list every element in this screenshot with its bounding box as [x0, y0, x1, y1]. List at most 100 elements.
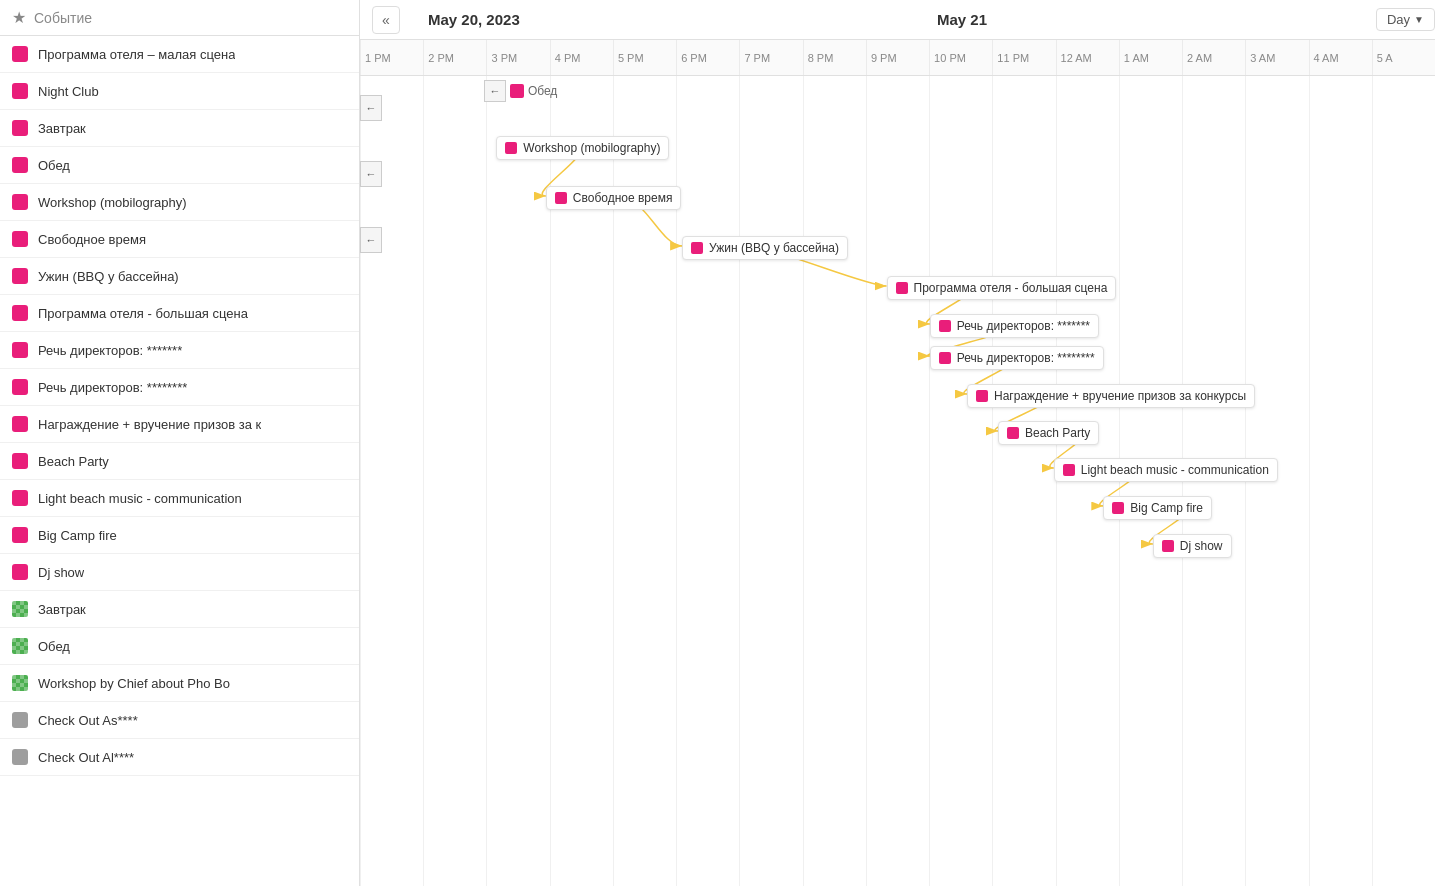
nav-arrow-2[interactable]: ←: [360, 161, 382, 187]
nav-arrow-3[interactable]: ←: [360, 227, 382, 253]
nav-arrow-1[interactable]: ←: [360, 95, 382, 121]
sidebar-item-nagrazhd[interactable]: Награждение + вручение призов за к: [0, 406, 359, 443]
card-label-big-camp: Big Camp fire: [1130, 501, 1203, 515]
time-slot-6: 7 PM: [739, 40, 802, 75]
event-dot-rech2: [12, 379, 28, 395]
sidebar-item-svobodnoe[interactable]: Свободное время: [0, 221, 359, 258]
item-label-obed2: Обед: [38, 639, 70, 654]
event-card-big-camp[interactable]: Big Camp fire: [1103, 496, 1212, 520]
card-dot-programa-bol: [896, 282, 908, 294]
day-view-selector[interactable]: Day ▼: [1376, 8, 1435, 31]
event-dot-checkout-al: [12, 749, 28, 765]
sidebar-item-night-club[interactable]: Night Club: [0, 73, 359, 110]
sidebar-item-rech2[interactable]: Речь директоров: ********: [0, 369, 359, 406]
grid-col-8: [866, 76, 929, 886]
event-dot-night-club: [12, 83, 28, 99]
event-dot-nagrazhd: [12, 416, 28, 432]
event-card-light-beach[interactable]: Light beach music - communication: [1054, 458, 1278, 482]
event-dot-workshop-chief: [12, 675, 28, 691]
card-dot-rech2: [939, 352, 951, 364]
event-dot-uzhin: [12, 268, 28, 284]
chevron-down-icon: ▼: [1414, 14, 1424, 25]
sidebar-item-checkout-as[interactable]: Check Out As****: [0, 702, 359, 739]
time-slot-12: 1 AM: [1119, 40, 1182, 75]
sidebar-item-dj-show[interactable]: Dj show: [0, 554, 359, 591]
item-label-obed1: Обед: [38, 158, 70, 173]
time-slot-7: 8 PM: [803, 40, 866, 75]
event-dot-workshop-mob: [12, 194, 28, 210]
sidebar-item-workshop-chief[interactable]: Workshop by Chief about Pho Bo: [0, 665, 359, 702]
sidebar-item-zavtrak1[interactable]: Завтрак: [0, 110, 359, 147]
sidebar-item-big-camp[interactable]: Big Camp fire: [0, 517, 359, 554]
grid-col-1: [423, 76, 486, 886]
nav-arrows-panel: ← ← ←: [360, 95, 382, 253]
event-card-svobodnoe[interactable]: Свободное время: [546, 186, 682, 210]
sidebar-item-light-beach[interactable]: Light beach music - communication: [0, 480, 359, 517]
event-dot-zavtrak1: [12, 120, 28, 136]
card-label-svobodnoe: Свободное время: [573, 191, 673, 205]
grid-col-9: [929, 76, 992, 886]
item-label-beach-party: Beach Party: [38, 454, 109, 469]
sidebar-header: ★ Событие: [0, 0, 359, 36]
card-dot-beach-party: [1007, 427, 1019, 439]
star-icon: ★: [12, 8, 26, 27]
event-dot-dj-show: [12, 564, 28, 580]
main-calendar: « May 20, 2023 May 21 Day ▼ 1 PM2 PM3 PM…: [360, 0, 1435, 886]
card-label-rech2: Речь директоров: ********: [957, 351, 1095, 365]
event-card-nagrazhd[interactable]: Награждение + вручение призов за конкурс…: [967, 384, 1255, 408]
item-label-programa-malaya: Программа отеля – малая сцена: [38, 47, 235, 62]
date-left: May 20, 2023: [428, 11, 548, 28]
event-card-rech1[interactable]: Речь директоров: *******: [930, 314, 1099, 338]
calendar-header: « May 20, 2023 May 21 Day ▼: [360, 0, 1435, 40]
card-dot-light-beach: [1063, 464, 1075, 476]
item-label-big-camp: Big Camp fire: [38, 528, 117, 543]
sidebar-item-uzhin[interactable]: Ужин (BBQ у бассейна): [0, 258, 359, 295]
card-dot-big-camp: [1112, 502, 1124, 514]
item-label-zavtrak1: Завтрак: [38, 121, 86, 136]
item-label-checkout-as: Check Out As****: [38, 713, 138, 728]
event-card-programa-bol[interactable]: Программа отеля - большая сцена: [887, 276, 1117, 300]
collapse-button[interactable]: «: [372, 6, 400, 34]
event-card-uzhin[interactable]: Ужин (BBQ у бассейна): [682, 236, 848, 260]
sidebar-item-zavtrak2[interactable]: Завтрак: [0, 591, 359, 628]
sidebar-item-programa-bolshaya[interactable]: Программа отеля - большая сцена: [0, 295, 359, 332]
card-dot-dj-show: [1162, 540, 1174, 552]
grid-col-7: [803, 76, 866, 886]
item-label-rech2: Речь директоров: ********: [38, 380, 187, 395]
event-card-rech2[interactable]: Речь директоров: ********: [930, 346, 1104, 370]
item-label-programa-bolshaya: Программа отеля - большая сцена: [38, 306, 248, 321]
sidebar-item-obed2[interactable]: Обед: [0, 628, 359, 665]
sidebar-item-programa-malaya[interactable]: Программа отеля – малая сцена: [0, 36, 359, 73]
event-card-dj-show[interactable]: Dj show: [1153, 534, 1232, 558]
grid-col-6: [739, 76, 802, 886]
date-right: May 21: [548, 11, 1376, 28]
event-card-beach-party[interactable]: Beach Party: [998, 421, 1099, 445]
card-label-rech1: Речь директоров: *******: [957, 319, 1090, 333]
item-label-night-club: Night Club: [38, 84, 99, 99]
grid-col-15: [1309, 76, 1372, 886]
time-ruler: 1 PM2 PM3 PM4 PM5 PM6 PM7 PM8 PM9 PM10 P…: [360, 40, 1435, 76]
event-card-workshop-mob[interactable]: Workshop (mobilography): [496, 136, 669, 160]
event-dot-obed1: [12, 157, 28, 173]
sidebar-item-beach-party[interactable]: Beach Party: [0, 443, 359, 480]
obed-nav-card[interactable]: ← Обед: [484, 80, 557, 102]
time-slot-13: 2 AM: [1182, 40, 1245, 75]
grid-col-5: [676, 76, 739, 886]
sidebar-item-obed1[interactable]: Обед: [0, 147, 359, 184]
sidebar-item-workshop-mob[interactable]: Workshop (mobilography): [0, 184, 359, 221]
time-slot-8: 9 PM: [866, 40, 929, 75]
sidebar-item-checkout-al[interactable]: Check Out Al****: [0, 739, 359, 776]
card-label-light-beach: Light beach music - communication: [1081, 463, 1269, 477]
card-dot-uzhin: [691, 242, 703, 254]
item-label-light-beach: Light beach music - communication: [38, 491, 242, 506]
card-dot-workshop-mob: [505, 142, 517, 154]
time-slot-11: 12 AM: [1056, 40, 1119, 75]
time-slot-3: 4 PM: [550, 40, 613, 75]
event-dot-checkout-as: [12, 712, 28, 728]
event-dot-light-beach: [12, 490, 28, 506]
item-label-rech1: Речь директоров: *******: [38, 343, 182, 358]
sidebar-item-rech1[interactable]: Речь директоров: *******: [0, 332, 359, 369]
card-dot-nagrazhd: [976, 390, 988, 402]
time-slot-2: 3 PM: [486, 40, 549, 75]
time-slot-14: 3 AM: [1245, 40, 1308, 75]
